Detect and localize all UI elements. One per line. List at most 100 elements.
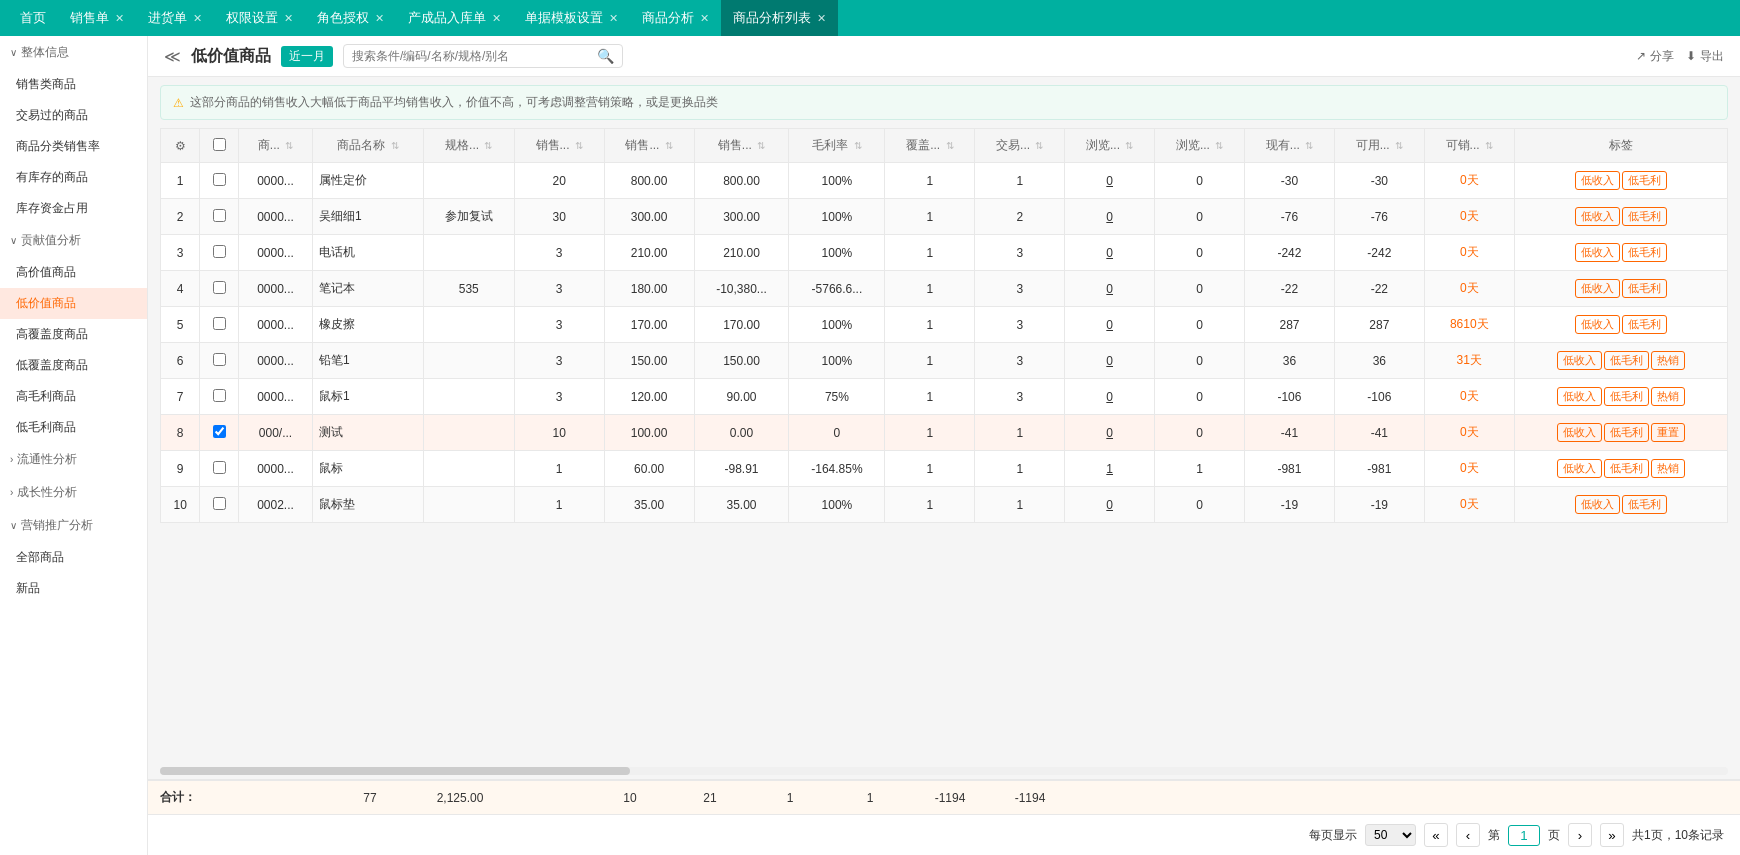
row-view1[interactable]: 1 xyxy=(1065,451,1155,487)
row-checkbox-cell[interactable] xyxy=(200,307,239,343)
row-checkbox[interactable] xyxy=(213,245,226,258)
sidebar-group-marketing[interactable]: ∨ 营销推广分析 xyxy=(0,509,147,542)
view1-link[interactable]: 0 xyxy=(1106,390,1113,404)
sidebar-group-overall[interactable]: ∨ 整体信息 xyxy=(0,36,147,69)
share-button[interactable]: ↗ 分享 xyxy=(1636,48,1674,65)
row-checkbox-cell[interactable] xyxy=(200,199,239,235)
row-view1[interactable]: 0 xyxy=(1065,163,1155,199)
row-view1[interactable]: 0 xyxy=(1065,199,1155,235)
scrollbar-thumb[interactable] xyxy=(160,767,630,775)
row-checkbox[interactable] xyxy=(213,281,226,294)
row-checkbox[interactable] xyxy=(213,353,226,366)
row-view1[interactable]: 0 xyxy=(1065,271,1155,307)
collapse-sidebar-button[interactable]: ≪ xyxy=(164,47,181,66)
sidebar-item-all-products[interactable]: 全部商品 xyxy=(0,542,147,573)
sidebar-group-contribution[interactable]: ∨ 贡献值分析 xyxy=(0,224,147,257)
nav-item-analysis[interactable]: 商品分析 ✕ xyxy=(630,0,721,36)
view1-link[interactable]: 0 xyxy=(1106,426,1113,440)
view1-link[interactable]: 0 xyxy=(1106,498,1113,512)
sidebar-item-low-margin[interactable]: 低毛利商品 xyxy=(0,412,147,443)
row-view1[interactable]: 0 xyxy=(1065,235,1155,271)
search-icon[interactable]: 🔍 xyxy=(597,48,614,64)
row-checkbox-cell[interactable] xyxy=(200,235,239,271)
nav-item-analysis-list[interactable]: 商品分析列表 ✕ xyxy=(721,0,838,36)
row-checkbox[interactable] xyxy=(213,461,226,474)
row-view1[interactable]: 0 xyxy=(1065,307,1155,343)
sellable-column-header[interactable]: 可销... ⇅ xyxy=(1424,129,1514,163)
sidebar-group-flow[interactable]: › 流通性分析 xyxy=(0,443,147,476)
sidebar-item-traded-products[interactable]: 交易过的商品 xyxy=(0,100,147,131)
close-icon[interactable]: ✕ xyxy=(609,12,618,25)
export-button[interactable]: ⬇ 导出 xyxy=(1686,48,1724,65)
view1-link[interactable]: 0 xyxy=(1106,282,1113,296)
nav-item-products[interactable]: 产成品入库单 ✕ xyxy=(396,0,513,36)
current-column-header[interactable]: 现有... ⇅ xyxy=(1245,129,1335,163)
settings-column-header[interactable]: ⚙ xyxy=(161,129,200,163)
next-page-button[interactable]: › xyxy=(1568,823,1592,847)
row-checkbox-cell[interactable] xyxy=(200,487,239,523)
row-checkbox[interactable] xyxy=(213,389,226,402)
view1-link[interactable]: 1 xyxy=(1106,462,1113,476)
checkbox-column-header[interactable] xyxy=(200,129,239,163)
sidebar-item-high-value[interactable]: 高价值商品 xyxy=(0,257,147,288)
close-icon[interactable]: ✕ xyxy=(284,12,293,25)
close-icon[interactable]: ✕ xyxy=(817,12,826,25)
sidebar-item-category-sales-rate[interactable]: 商品分类销售率 xyxy=(0,131,147,162)
sidebar-item-sales-products[interactable]: 销售类商品 xyxy=(0,69,147,100)
horizontal-scrollbar[interactable] xyxy=(160,767,1728,775)
row-view1[interactable]: 0 xyxy=(1065,415,1155,451)
view1-column-header[interactable]: 浏览... ⇅ xyxy=(1065,129,1155,163)
first-page-button[interactable]: « xyxy=(1424,823,1448,847)
view1-link[interactable]: 0 xyxy=(1106,318,1113,332)
view1-link[interactable]: 0 xyxy=(1106,246,1113,260)
row-view1[interactable]: 0 xyxy=(1065,343,1155,379)
nav-item-templates[interactable]: 单据模板设置 ✕ xyxy=(513,0,630,36)
close-icon[interactable]: ✕ xyxy=(375,12,384,25)
row-view1[interactable]: 0 xyxy=(1065,379,1155,415)
nav-item-sales[interactable]: 销售单 ✕ xyxy=(58,0,136,36)
sales-cost-column-header[interactable]: 销售... ⇅ xyxy=(694,129,789,163)
sidebar-item-high-margin[interactable]: 高毛利商品 xyxy=(0,381,147,412)
code-column-header[interactable]: 商... ⇅ xyxy=(239,129,313,163)
sidebar-item-inventory-capital[interactable]: 库存资金占用 xyxy=(0,193,147,224)
trade-column-header[interactable]: 交易... ⇅ xyxy=(975,129,1065,163)
view1-link[interactable]: 0 xyxy=(1106,174,1113,188)
row-checkbox-cell[interactable] xyxy=(200,415,239,451)
spec-column-header[interactable]: 规格... ⇅ xyxy=(423,129,514,163)
available-column-header[interactable]: 可用... ⇅ xyxy=(1334,129,1424,163)
row-checkbox-cell[interactable] xyxy=(200,163,239,199)
sales-amount-column-header[interactable]: 销售... ⇅ xyxy=(604,129,694,163)
row-checkbox-cell[interactable] xyxy=(200,451,239,487)
close-icon[interactable]: ✕ xyxy=(115,12,124,25)
gross-margin-column-header[interactable]: 毛利率 ⇅ xyxy=(789,129,885,163)
last-page-button[interactable]: » xyxy=(1600,823,1624,847)
per-page-select[interactable]: 50 100 200 xyxy=(1365,824,1416,846)
sidebar-item-high-coverage[interactable]: 高覆盖度商品 xyxy=(0,319,147,350)
settings-icon[interactable]: ⚙ xyxy=(175,139,186,153)
sidebar-item-new-products[interactable]: 新品 xyxy=(0,573,147,604)
prev-page-button[interactable]: ‹ xyxy=(1456,823,1480,847)
nav-item-purchase[interactable]: 进货单 ✕ xyxy=(136,0,214,36)
view2-column-header[interactable]: 浏览... ⇅ xyxy=(1155,129,1245,163)
row-checkbox-cell[interactable] xyxy=(200,271,239,307)
close-icon[interactable]: ✕ xyxy=(492,12,501,25)
row-checkbox[interactable] xyxy=(213,173,226,186)
sidebar-group-growth[interactable]: › 成长性分析 xyxy=(0,476,147,509)
close-icon[interactable]: ✕ xyxy=(700,12,709,25)
sales-qty-column-header[interactable]: 销售... ⇅ xyxy=(514,129,604,163)
row-checkbox[interactable] xyxy=(213,209,226,222)
nav-item-permissions[interactable]: 权限设置 ✕ xyxy=(214,0,305,36)
row-checkbox-cell[interactable] xyxy=(200,379,239,415)
current-page-input[interactable] xyxy=(1508,825,1540,846)
sidebar-item-low-coverage[interactable]: 低覆盖度商品 xyxy=(0,350,147,381)
row-checkbox-cell[interactable] xyxy=(200,343,239,379)
search-input[interactable] xyxy=(352,49,597,63)
close-icon[interactable]: ✕ xyxy=(193,12,202,25)
view1-link[interactable]: 0 xyxy=(1106,354,1113,368)
time-filter-button[interactable]: 近一月 xyxy=(281,46,333,67)
sidebar-item-stocked-products[interactable]: 有库存的商品 xyxy=(0,162,147,193)
view1-link[interactable]: 0 xyxy=(1106,210,1113,224)
row-checkbox[interactable] xyxy=(213,317,226,330)
select-all-checkbox[interactable] xyxy=(213,138,226,151)
sidebar-item-low-value[interactable]: 低价值商品 xyxy=(0,288,147,319)
